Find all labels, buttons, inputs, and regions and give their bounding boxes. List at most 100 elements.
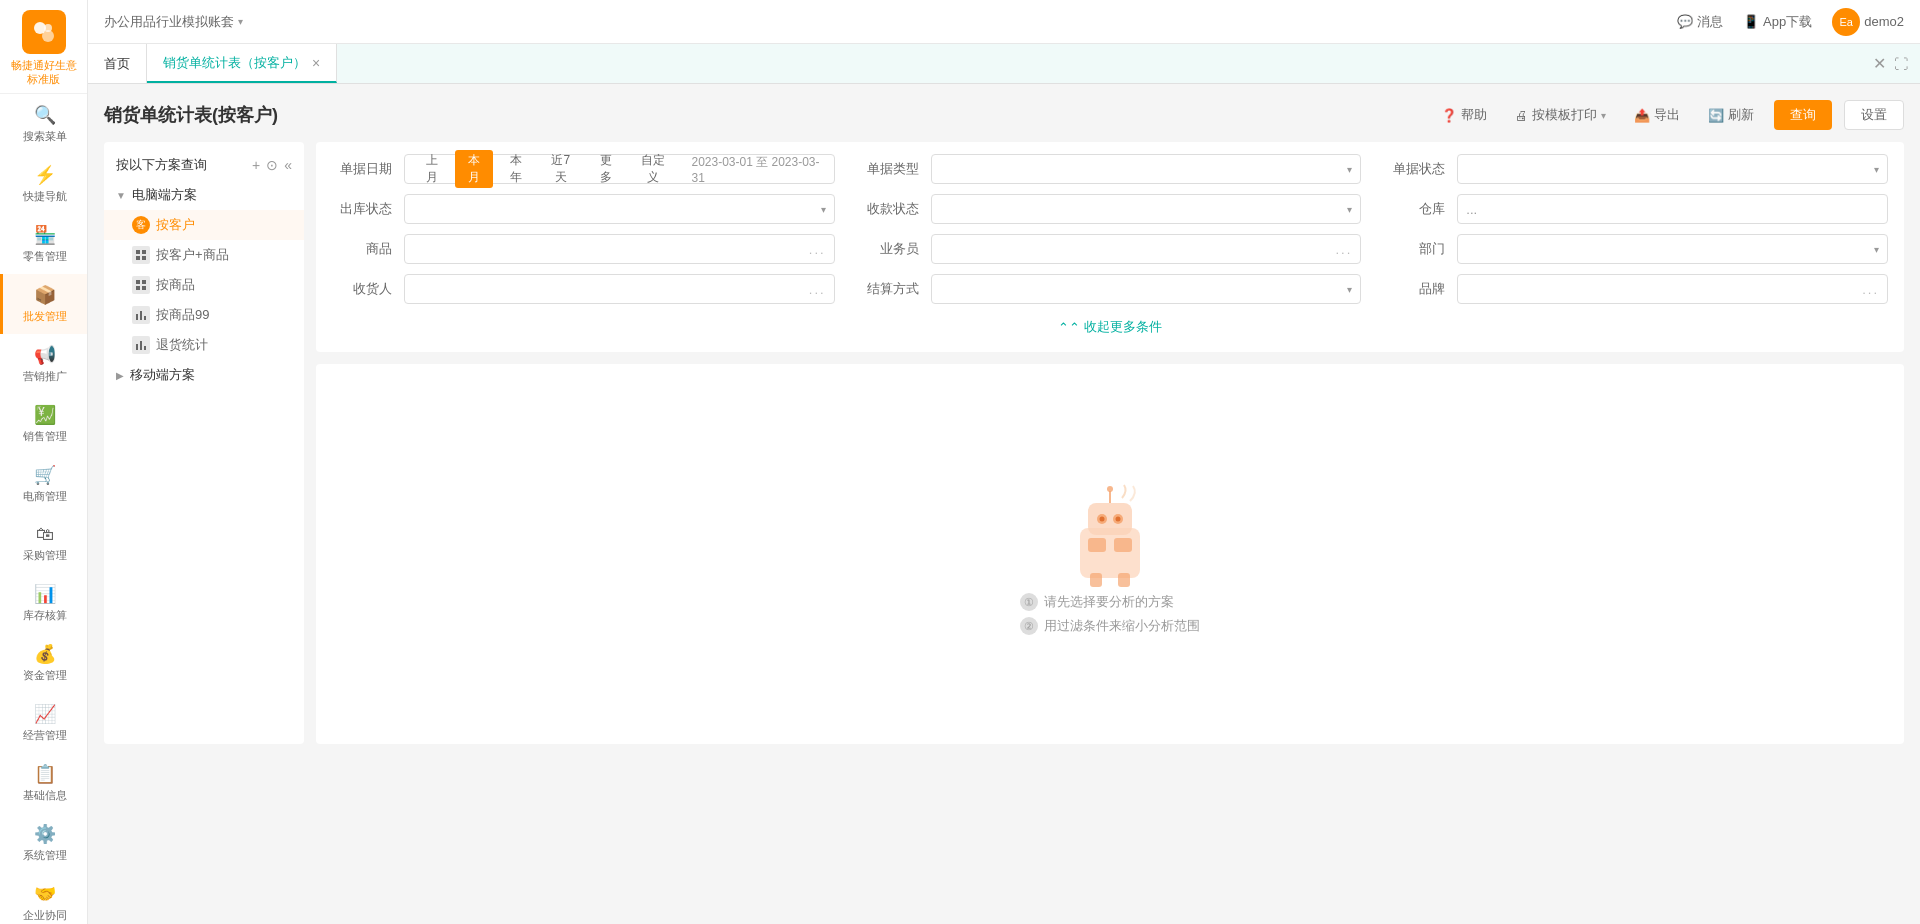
- basic-icon: 📋: [34, 763, 56, 785]
- plan-edit-icon[interactable]: ⊙: [266, 157, 278, 173]
- sidebar-item-finance[interactable]: 💰 资金管理: [0, 633, 87, 693]
- date-filter[interactable]: 上月 本月 本年 近7天 更多 自定义 2023-03-01 至 2023-03…: [404, 154, 835, 184]
- svg-rect-12: [140, 311, 142, 320]
- goods-label: 商品: [332, 240, 392, 258]
- breadcrumb-dropdown[interactable]: 办公用品行业模拟账套 ▾: [104, 13, 243, 31]
- plan-add-icon[interactable]: +: [252, 157, 260, 173]
- empty-tip-1: ① 请先选择要分析的方案: [1020, 593, 1174, 611]
- payment-method-filter[interactable]: ▾: [931, 274, 1362, 304]
- svg-rect-21: [1118, 573, 1130, 587]
- tab-close-icon[interactable]: ×: [312, 56, 320, 70]
- salesman-label: 业务员: [859, 240, 919, 258]
- date-btn-this-month[interactable]: 本月: [455, 150, 493, 188]
- app-download-button[interactable]: 📱 App下载: [1743, 13, 1812, 31]
- plan-collapse-icon[interactable]: «: [284, 157, 292, 173]
- plan-group-mobile-title[interactable]: ▶ 移动端方案: [104, 360, 304, 390]
- message-button[interactable]: 💬 消息: [1677, 13, 1723, 31]
- plan-item-goods-99[interactable]: 按商品99: [104, 300, 304, 330]
- plan-item-goods-icon: [132, 276, 150, 294]
- date-range-text: 2023-03-01 至 2023-03-31: [691, 154, 825, 185]
- date-btn-custom[interactable]: 自定义: [629, 150, 678, 188]
- export-button[interactable]: 📤 导出: [1626, 102, 1688, 128]
- sidebar-item-retail[interactable]: 🏪 零售管理: [0, 214, 87, 274]
- sidebar-item-inventory[interactable]: 📊 库存核算: [0, 573, 87, 633]
- order-status-filter[interactable]: ▾: [1457, 154, 1888, 184]
- tab-home[interactable]: 首页: [88, 44, 147, 83]
- tab-close-window-icon[interactable]: ✕: [1873, 54, 1886, 73]
- plan-item-by-customer[interactable]: 客 按客户: [104, 210, 304, 240]
- filter-panel: 单据日期 上月 本月 本年 近7天 更多 自定义 2023-03-01 至 20…: [316, 142, 1904, 352]
- collapse-button[interactable]: ⌃⌃ 收起更多条件: [1046, 314, 1174, 340]
- sidebar-item-system[interactable]: ⚙️ 系统管理: [0, 813, 87, 873]
- export-icon: 📤: [1634, 108, 1650, 123]
- sidebar-item-wholesale[interactable]: 📦 批发管理: [0, 274, 87, 334]
- brand-filter[interactable]: ...: [1457, 274, 1888, 304]
- tab-expand-icon[interactable]: ⛶: [1894, 56, 1908, 72]
- plan-panel-header: 按以下方案查询 + ⊙ «: [104, 150, 304, 180]
- home-tab-label: 首页: [104, 55, 130, 73]
- main-area: 办公用品行业模拟账套 ▾ 💬 消息 📱 App下载 Ea demo2 首页: [88, 0, 1920, 924]
- sidebar-quick-nav[interactable]: ⚡ 快捷导航: [0, 154, 87, 214]
- plan-item-by-goods[interactable]: 按商品: [104, 270, 304, 300]
- header-right: 💬 消息 📱 App下载 Ea demo2: [1677, 8, 1904, 36]
- order-type-filter[interactable]: ▾: [931, 154, 1362, 184]
- mobile-group-arrow-icon: ▶: [116, 370, 124, 381]
- goods-filter[interactable]: ...: [404, 234, 835, 264]
- brand-dots: ...: [1862, 282, 1879, 297]
- logo-area: 畅捷通好生意 标准版: [0, 0, 87, 94]
- plan-item-chart-icon: [132, 306, 150, 324]
- page-header: 销货单统计表(按客户) ❓ 帮助 🖨 按模板打印 ▾ 📤 导出 🔄 刷新: [104, 100, 1904, 130]
- dept-filter[interactable]: ▾: [1457, 234, 1888, 264]
- setting-button[interactable]: 设置: [1844, 100, 1904, 130]
- sidebar-item-marketing[interactable]: 📢 营销推广: [0, 334, 87, 394]
- receiver-filter[interactable]: ...: [404, 274, 835, 304]
- print-button[interactable]: 🖨 按模板打印 ▾: [1507, 102, 1614, 128]
- dept-arrow-icon: ▾: [1874, 244, 1879, 255]
- sidebar-search-menu[interactable]: 🔍 搜索菜单: [0, 94, 87, 154]
- order-type-arrow-icon: ▾: [1347, 164, 1352, 175]
- download-icon: 📱: [1743, 14, 1759, 29]
- sidebar-item-purchase[interactable]: 🛍 采购管理: [0, 514, 87, 573]
- search-icon: 🔍: [34, 104, 56, 126]
- plan-item-return-stat[interactable]: 退货统计: [104, 330, 304, 360]
- stock-out-filter[interactable]: ▾: [404, 194, 835, 224]
- marketing-icon: 📢: [34, 344, 56, 366]
- query-button[interactable]: 查询: [1774, 100, 1832, 130]
- date-btn-7days[interactable]: 近7天: [539, 150, 583, 188]
- right-content: 单据日期 上月 本月 本年 近7天 更多 自定义 2023-03-01 至 20…: [316, 142, 1904, 744]
- step-1-icon: ①: [1020, 593, 1038, 611]
- refresh-button[interactable]: 🔄 刷新: [1700, 102, 1762, 128]
- date-btn-this-year[interactable]: 本年: [497, 150, 535, 188]
- plan-item-customer-icon: 客: [132, 216, 150, 234]
- warehouse-dots: ...: [1466, 202, 1477, 217]
- quick-nav-icon: ⚡: [34, 164, 56, 186]
- sidebar-item-ecommerce[interactable]: 🛒 电商管理: [0, 454, 87, 514]
- sidebar-item-enterprise[interactable]: 🤝 企业协同: [0, 873, 87, 924]
- goods-dots: ...: [809, 242, 826, 257]
- payment-filter[interactable]: ▾: [931, 194, 1362, 224]
- sidebar-item-operations[interactable]: 📈 经营管理: [0, 693, 87, 753]
- sidebar-item-sales[interactable]: 💹 销售管理: [0, 394, 87, 454]
- top-header: 办公用品行业模拟账套 ▾ 💬 消息 📱 App下载 Ea demo2: [88, 0, 1920, 44]
- inventory-icon: 📊: [34, 583, 56, 605]
- svg-point-2: [44, 24, 52, 32]
- plan-group-pc-title[interactable]: ▼ 电脑端方案: [104, 180, 304, 210]
- sidebar-item-basic[interactable]: 📋 基础信息: [0, 753, 87, 813]
- help-button[interactable]: ❓ 帮助: [1433, 102, 1495, 128]
- svg-rect-9: [136, 286, 140, 290]
- filter-row-2: 出库状态 ▾ 收款状态 ▾ 仓库 ...: [332, 194, 1888, 224]
- wholesale-icon: 📦: [34, 284, 56, 306]
- filter-row-3: 商品 ... 业务员 ... 部门 ▾: [332, 234, 1888, 264]
- salesman-filter[interactable]: ...: [931, 234, 1362, 264]
- svg-rect-8: [142, 280, 146, 284]
- tab-sales-stat[interactable]: 销货单统计表（按客户） ×: [147, 44, 337, 83]
- tab-bar: 首页 销货单统计表（按客户） × ✕ ⛶: [88, 44, 1920, 84]
- user-profile[interactable]: Ea demo2: [1832, 8, 1904, 36]
- date-btn-last-month[interactable]: 上月: [413, 150, 451, 188]
- plan-item-customer-goods[interactable]: 按客户+商品: [104, 240, 304, 270]
- payment-label: 收款状态: [859, 200, 919, 218]
- sales-stat-tab-label: 销货单统计表（按客户）: [163, 54, 306, 72]
- date-btn-more[interactable]: 更多: [587, 150, 625, 188]
- plan-group-mobile-label: 移动端方案: [130, 366, 195, 384]
- warehouse-filter[interactable]: ...: [1457, 194, 1888, 224]
